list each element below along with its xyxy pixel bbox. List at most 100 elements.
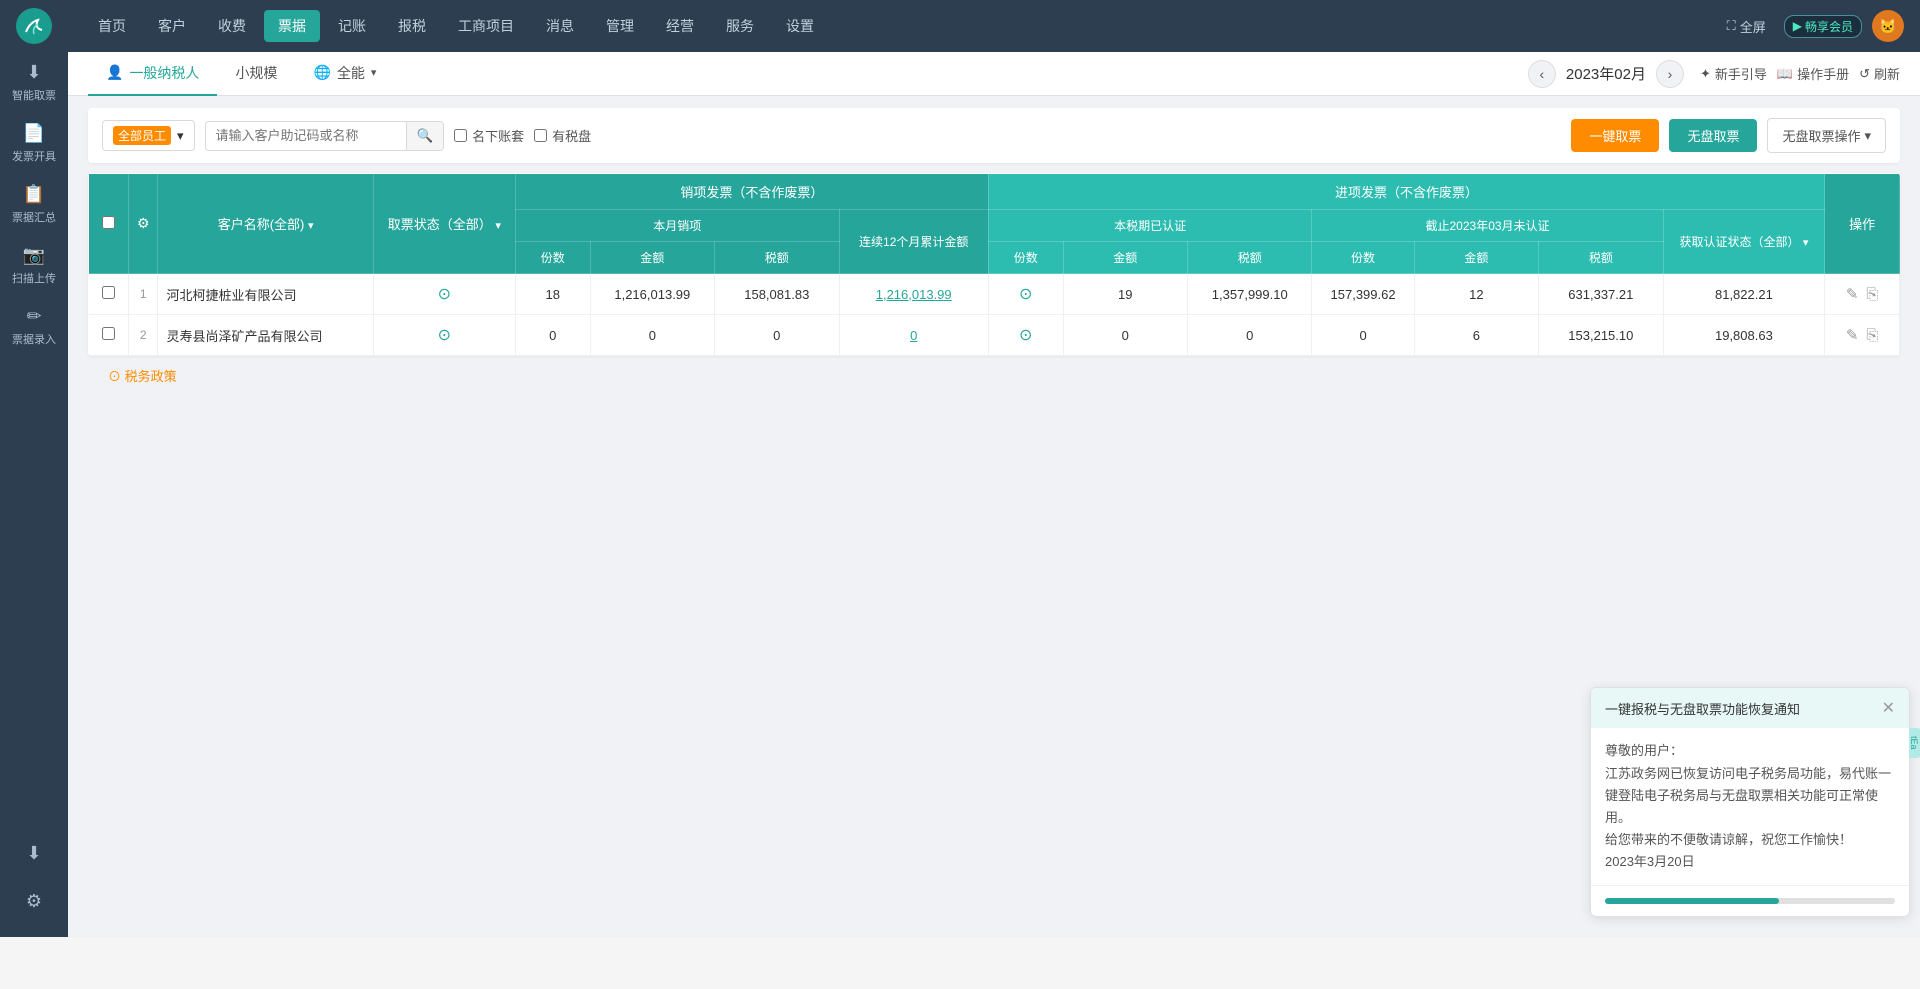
th-checkbox-col bbox=[89, 174, 129, 274]
th-tax: 税额 bbox=[715, 242, 839, 274]
th-shares3: 份数 bbox=[1312, 242, 1414, 274]
sidebar-settings-btn[interactable]: ⚙ bbox=[14, 881, 54, 921]
notification-title: 一键报税与无盘取票功能恢复通知 bbox=[1605, 699, 1800, 718]
taxdisk-checkbox[interactable] bbox=[534, 129, 547, 142]
nav-business[interactable]: 工商项目 bbox=[444, 10, 528, 42]
th-sales-group: 销项发票（不含作废票） bbox=[515, 174, 988, 210]
sidebar-logo[interactable] bbox=[0, 0, 68, 52]
nav-settings[interactable]: 设置 bbox=[772, 10, 828, 42]
tab-all[interactable]: 🌐 全能 ▾ bbox=[295, 52, 394, 96]
notification-panel: 一键报税与无盘取票功能恢复通知 ✕ 尊敬的用户： 江苏政务网已恢复访问电子税务局… bbox=[1590, 687, 1910, 917]
nav-client[interactable]: 客户 bbox=[144, 10, 200, 42]
nav-manage[interactable]: 管理 bbox=[592, 10, 648, 42]
fullscreen-icon: ⛶ bbox=[1727, 18, 1736, 34]
chevron-down-icon: ▾ bbox=[371, 66, 377, 79]
select-all-checkbox[interactable] bbox=[102, 216, 115, 229]
edit-icon[interactable]: ✎ bbox=[1846, 326, 1859, 344]
sidebar-item-data-entry[interactable]: ✏ 票据录入 bbox=[0, 296, 68, 357]
sidebar-bottom: ⬇ ⚙ bbox=[0, 833, 68, 937]
nav-service[interactable]: 服务 bbox=[712, 10, 768, 42]
nav-bookkeeping[interactable]: 记账 bbox=[324, 10, 380, 42]
scan-icon: 📷 bbox=[23, 245, 45, 266]
row-tax3: 81,822.21 bbox=[1663, 274, 1825, 315]
row-tax2: 157,399.62 bbox=[1312, 274, 1414, 315]
nav-revenue[interactable]: 收费 bbox=[204, 10, 260, 42]
employee-select[interactable]: 全部员工 ▾ bbox=[102, 120, 195, 151]
row-checkbox[interactable] bbox=[102, 327, 115, 340]
user-avatar[interactable]: 🐱 bbox=[1872, 10, 1904, 42]
th-settings-col: ⚙ bbox=[129, 174, 158, 274]
search-btn[interactable]: 🔍 bbox=[406, 122, 444, 150]
topnav-right: ⛶ 全屏 ▶ 畅享会员 🐱 bbox=[1719, 10, 1904, 42]
filter-bar: 全部员工 ▾ 🔍 名下账套 有税盘 一键取票 无盘取票 无盘取票操作 ▾ bbox=[88, 108, 1900, 163]
tab-row: 👤 一般纳税人 小规模 🌐 全能 ▾ ‹ 2023年02月 › ✦ 新手引导 bbox=[68, 52, 1920, 96]
row-12m-amount[interactable]: 0 bbox=[839, 315, 988, 356]
nav-operation[interactable]: 经营 bbox=[652, 10, 708, 42]
notification-footer bbox=[1591, 885, 1909, 916]
general-icon: 👤 bbox=[106, 64, 123, 81]
new-guide-btn[interactable]: ✦ 新手引导 bbox=[1700, 64, 1767, 83]
named-account-checkbox[interactable] bbox=[454, 129, 467, 142]
tab-small[interactable]: 小规模 bbox=[217, 52, 295, 96]
row-amount2: 1,357,999.10 bbox=[1188, 274, 1312, 315]
nav-home[interactable]: 首页 bbox=[84, 10, 140, 42]
th-amount2: 金额 bbox=[1063, 242, 1187, 274]
sidebar-download-btn[interactable]: ⬇ bbox=[14, 833, 54, 873]
notif-line2: 江苏政务网已恢复访问电子税务局功能，易代账一 bbox=[1605, 763, 1895, 785]
edit-icon[interactable]: ✎ bbox=[1846, 285, 1859, 303]
nav-tax[interactable]: 报税 bbox=[384, 10, 440, 42]
sidebar-item-invoice-open[interactable]: 📄 发票开具 bbox=[0, 113, 68, 174]
settings-icon[interactable]: ⚙ bbox=[137, 215, 150, 231]
sidebar-item-scan-upload[interactable]: 📷 扫描上传 bbox=[0, 235, 68, 296]
chevron-down-icon: ▾ bbox=[177, 128, 184, 144]
tax-policy-link[interactable]: ⊙ 税务政策 bbox=[108, 366, 177, 385]
notification-wing[interactable]: tEa bbox=[1909, 728, 1920, 758]
play-icon: ▶ bbox=[1793, 19, 1802, 33]
vip-badge[interactable]: ▶ 畅享会员 bbox=[1784, 15, 1862, 38]
notification-body[interactable]: 尊敬的用户： 江苏政务网已恢复访问电子税务局功能，易代账一 键登陆电子税务局与无… bbox=[1591, 728, 1909, 885]
th-action: 操作 bbox=[1825, 174, 1900, 274]
filter-icon3[interactable]: ▾ bbox=[1803, 237, 1809, 249]
nav-invoice[interactable]: 票据 bbox=[264, 10, 320, 42]
sidebar-item-smart-retrieve[interactable]: ⬇ 智能取票 bbox=[0, 52, 68, 113]
table-row: 1 河北柯捷桩业有限公司 ⊙ 18 1,216,013.99 158,081.8… bbox=[89, 274, 1900, 315]
content-area: 全部员工 ▾ 🔍 名下账套 有税盘 一键取票 无盘取票 无盘取票操作 ▾ bbox=[68, 96, 1920, 407]
topnav: 首页 客户 收费 票据 记账 报税 工商项目 消息 管理 经营 服务 设置 ⛶ … bbox=[68, 0, 1920, 52]
next-period-btn[interactable]: › bbox=[1656, 60, 1684, 88]
one-key-retrieve-btn[interactable]: 一键取票 bbox=[1571, 119, 1659, 152]
filter-icon2[interactable]: ▾ bbox=[495, 220, 501, 232]
refresh-btn[interactable]: ↺ 刷新 bbox=[1859, 64, 1900, 83]
checkbox-has-taxdisk[interactable]: 有税盘 bbox=[534, 126, 591, 145]
th-purchase-group: 进项发票（不含作废票） bbox=[988, 174, 1824, 210]
prev-period-btn[interactable]: ‹ bbox=[1528, 60, 1556, 88]
no-disk-retrieve-btn[interactable]: 无盘取票 bbox=[1669, 119, 1757, 152]
copy-icon[interactable]: ⎘ bbox=[1866, 327, 1878, 344]
notification-close-btn[interactable]: ✕ bbox=[1882, 698, 1895, 718]
row-shares: 18 bbox=[515, 274, 590, 315]
row-tax3: 19,808.63 bbox=[1663, 315, 1825, 356]
copy-icon[interactable]: ⎘ bbox=[1866, 286, 1878, 303]
notif-line1: 尊敬的用户： bbox=[1605, 740, 1895, 762]
nav-message[interactable]: 消息 bbox=[532, 10, 588, 42]
row-checkbox-cell[interactable] bbox=[89, 315, 129, 356]
guide-icon: ✦ bbox=[1700, 66, 1711, 82]
manual-btn[interactable]: 📖 操作手册 bbox=[1777, 64, 1849, 83]
filter-icon[interactable]: ▾ bbox=[308, 220, 314, 232]
notification-header: 一键报税与无盘取票功能恢复通知 ✕ bbox=[1591, 688, 1909, 728]
row-checkbox[interactable] bbox=[102, 286, 115, 299]
row-shares2: 19 bbox=[1063, 274, 1187, 315]
no-disk-ops-btn[interactable]: 无盘取票操作 ▾ bbox=[1767, 118, 1886, 153]
employee-tag: 全部员工 bbox=[113, 126, 171, 145]
all-icon: 🌐 bbox=[313, 64, 330, 81]
table-row: 2 灵寿县尚泽矿产品有限公司 ⊙ 0 0 0 0 ⊙ 0 0 0 6 153,2… bbox=[89, 315, 1900, 356]
row-12m-amount[interactable]: 1,216,013.99 bbox=[839, 274, 988, 315]
fullscreen-btn[interactable]: ⛶ 全屏 bbox=[1719, 13, 1774, 40]
tab-general[interactable]: 👤 一般纳税人 bbox=[88, 52, 217, 96]
row-retrieve-status: ⊙ bbox=[373, 274, 515, 315]
row-amount: 0 bbox=[590, 315, 714, 356]
sidebar-item-invoice-summary[interactable]: 📋 票据汇总 bbox=[0, 174, 68, 235]
row-checkbox-cell[interactable] bbox=[89, 274, 129, 315]
row-amount3: 153,215.10 bbox=[1539, 315, 1663, 356]
search-input[interactable] bbox=[206, 123, 406, 148]
checkbox-named-account[interactable]: 名下账套 bbox=[454, 126, 524, 145]
